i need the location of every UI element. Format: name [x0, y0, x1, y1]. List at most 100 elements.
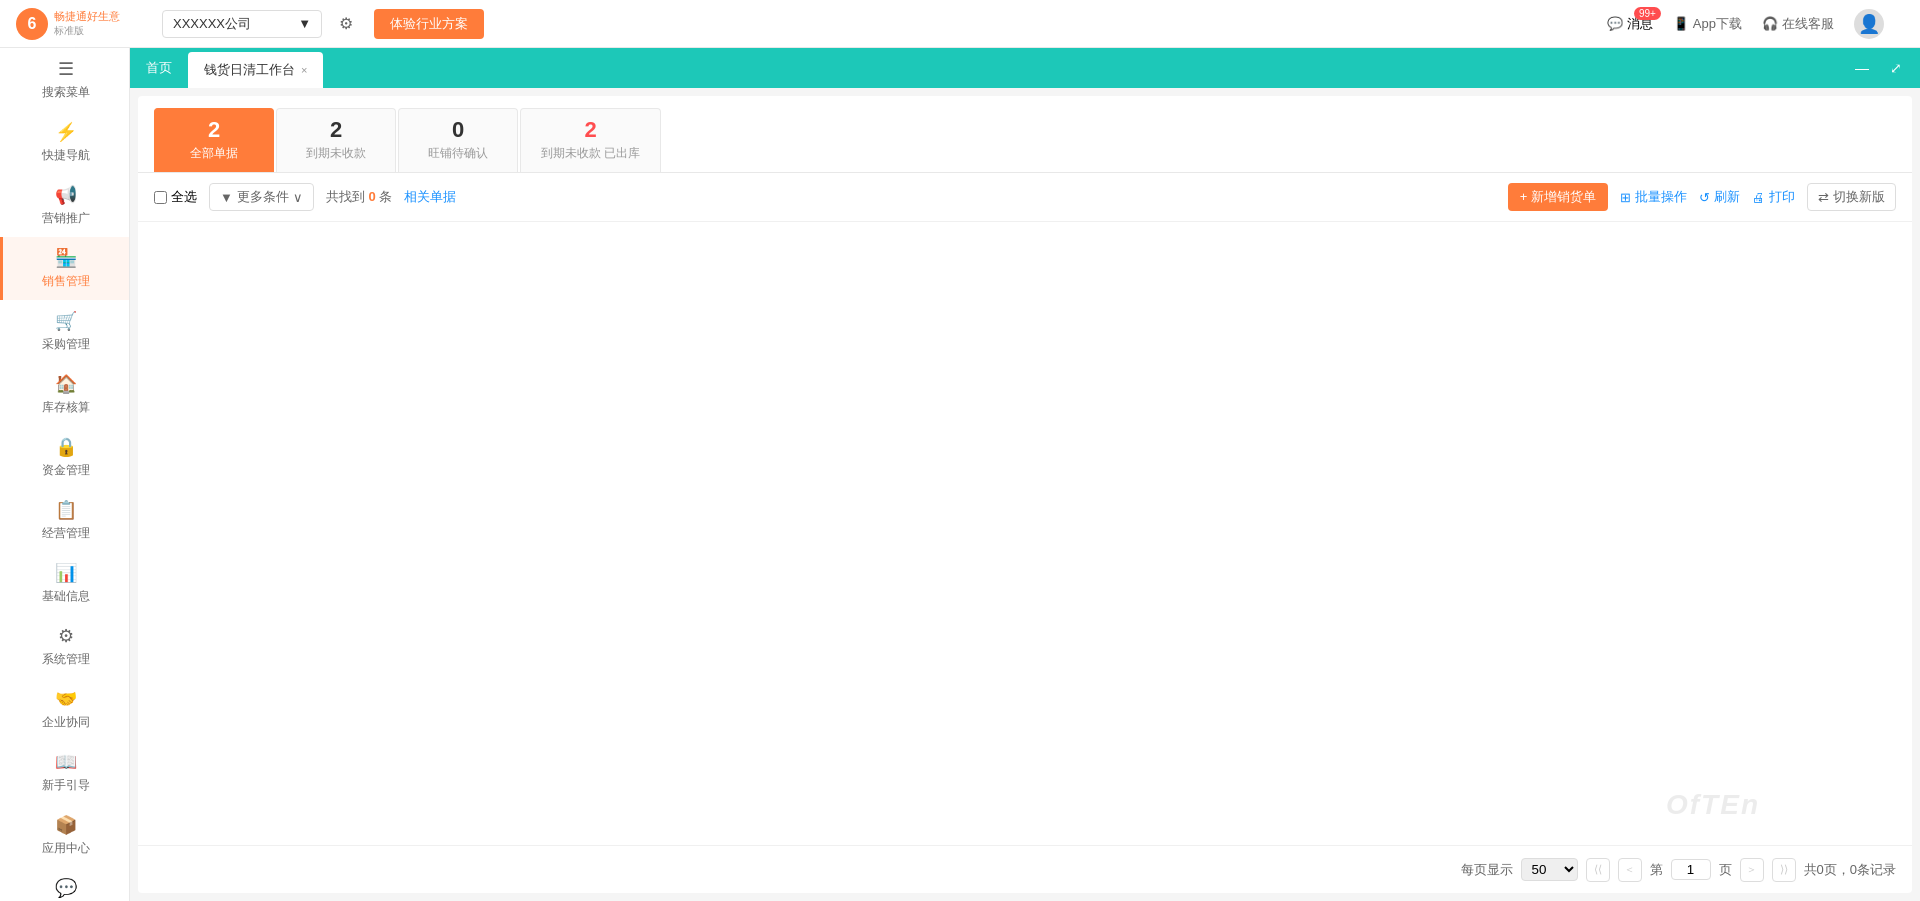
page-label: 第: [1650, 861, 1663, 879]
page-number-input[interactable]: [1671, 859, 1711, 880]
pagination: 每页显示 50 20 100 ⟨⟨ ＜ 第 页 ＞ ⟩⟩ 共0页，0条记录: [138, 845, 1912, 893]
found-text: 共找到 0 条: [326, 188, 392, 206]
stat-tab-overdue-unpaid[interactable]: 2 到期未收款: [276, 108, 396, 172]
sidebar-item-app-center[interactable]: 📦 应用中心: [0, 804, 129, 867]
filter-button[interactable]: ▼ 更多条件 ∨: [209, 183, 314, 211]
sidebar-label-basic-info: 基础信息: [42, 588, 90, 605]
per-page-select[interactable]: 50 20 100: [1521, 858, 1578, 881]
next-page-button[interactable]: ＞: [1740, 858, 1764, 882]
app-download-icon: 📱: [1673, 16, 1689, 31]
stat-overdue-unpaid-num: 2: [297, 117, 375, 143]
filter-arrow-icon: ∨: [293, 190, 303, 205]
stat-overdue-unpaid-label: 到期未收款: [297, 145, 375, 162]
user-avatar[interactable]: 👤: [1854, 9, 1884, 39]
batch-ops-icon: ⊞: [1620, 190, 1631, 205]
sidebar-label-operations: 经营管理: [42, 525, 90, 542]
batch-ops-button[interactable]: ⊞ 批量操作: [1620, 188, 1687, 206]
finance-icon: 🔒: [55, 436, 77, 458]
stats-tabs: 2 全部单据 2 到期未收款 0 旺铺待确认 2 到期未收款 已出库: [138, 96, 1912, 173]
switch-version-button[interactable]: ⇄ 切换新版: [1807, 183, 1896, 211]
top-header: 6 畅捷通好生意 标准版 XXXXXX公司 ▼ ⚙ 体验行业方案 💬 消息 99…: [0, 0, 1920, 48]
stat-wangpu-num: 0: [419, 117, 497, 143]
stat-all-label: 全部单据: [175, 145, 253, 162]
app-logo-icon: 6: [16, 8, 48, 40]
related-link[interactable]: 相关单据: [404, 188, 456, 206]
stat-overdue-shipped-label: 到期未收款 已出库: [541, 145, 640, 162]
logo-area: 6 畅捷通好生意 标准版: [16, 8, 146, 40]
switch-icon: ⇄: [1818, 190, 1829, 205]
filter-label: 更多条件: [237, 188, 289, 206]
sidebar-label-marketing: 营销推广: [42, 210, 90, 227]
message-button[interactable]: 💬 消息 99+: [1607, 15, 1653, 33]
app-badge: 标准版: [54, 24, 120, 38]
active-tab-label: 钱货日清工作台: [204, 61, 295, 79]
tab-active[interactable]: 钱货日清工作台 ×: [188, 52, 323, 88]
headset-icon: 🎧: [1762, 16, 1778, 31]
online-service-button[interactable]: 🎧 在线客服: [1762, 15, 1834, 33]
tab-bar-actions: — ⤢: [1848, 54, 1920, 82]
stat-tab-wangpu[interactable]: 0 旺铺待确认: [398, 108, 518, 172]
search-menu-icon: ☰: [58, 58, 74, 80]
sidebar-item-quick-nav[interactable]: ⚡ 快捷导航: [0, 111, 129, 174]
sidebar-label-guide: 新手引导: [42, 777, 90, 794]
sidebar-item-purchase[interactable]: 🛒 采购管理: [0, 300, 129, 363]
main-layout: ☰ 搜索菜单 ⚡ 快捷导航 📢 营销推广 🏪 销售管理 🛒 采购管理 🏠 库存核…: [0, 48, 1920, 901]
sidebar-item-search[interactable]: ☰ 搜索菜单: [0, 48, 129, 111]
home-tab-label: 首页: [146, 59, 172, 77]
sidebar-item-enterprise-wechat[interactable]: 💬 企业微信: [0, 867, 129, 901]
sidebar-item-operations[interactable]: 📋 经营管理: [0, 489, 129, 552]
select-all-input[interactable]: [154, 191, 167, 204]
sidebar-label-quick-nav: 快捷导航: [42, 147, 90, 164]
add-sale-button[interactable]: + 新增销货单: [1508, 183, 1608, 211]
page-unit: 页: [1719, 861, 1732, 879]
table-area: [138, 222, 1912, 845]
sidebar-item-cooperation[interactable]: 🤝 企业协同: [0, 678, 129, 741]
stat-all-num: 2: [175, 117, 253, 143]
prev-page-button[interactable]: ＜: [1618, 858, 1642, 882]
tab-minimize-button[interactable]: —: [1848, 54, 1876, 82]
company-selector[interactable]: XXXXXX公司 ▼: [162, 10, 322, 38]
sidebar-label-sales: 销售管理: [42, 273, 90, 290]
sidebar-item-guide[interactable]: 📖 新手引导: [0, 741, 129, 804]
inventory-icon: 🏠: [55, 373, 77, 395]
stat-tab-overdue-shipped[interactable]: 2 到期未收款 已出库: [520, 108, 661, 172]
sidebar-item-system[interactable]: ⚙ 系统管理: [0, 615, 129, 678]
last-page-button[interactable]: ⟩⟩: [1772, 858, 1796, 882]
filter-icon: ▼: [220, 190, 233, 205]
avatar-icon: 👤: [1858, 13, 1880, 35]
sidebar-item-finance[interactable]: 🔒 资金管理: [0, 426, 129, 489]
toolbar-right: + 新增销货单 ⊞ 批量操作 ↺ 刷新 🖨 打印 ⇄: [1508, 183, 1896, 211]
print-button[interactable]: 🖨 打印: [1752, 188, 1795, 206]
app-center-icon: 📦: [55, 814, 77, 836]
tab-maximize-button[interactable]: ⤢: [1882, 54, 1910, 82]
sidebar-item-marketing[interactable]: 📢 营销推广: [0, 174, 129, 237]
select-all-checkbox[interactable]: 全选: [154, 188, 197, 206]
sidebar-item-sales[interactable]: 🏪 销售管理: [0, 237, 129, 300]
per-page-label: 每页显示: [1461, 861, 1513, 879]
app-name: 畅捷通好生意: [54, 9, 120, 23]
first-page-button[interactable]: ⟨⟨: [1586, 858, 1610, 882]
sidebar-item-inventory[interactable]: 🏠 库存核算: [0, 363, 129, 426]
sidebar-item-basic-info[interactable]: 📊 基础信息: [0, 552, 129, 615]
stat-tab-all[interactable]: 2 全部单据: [154, 108, 274, 172]
toolbar: 全选 ▼ 更多条件 ∨ 共找到 0 条 相关单据 + 新增销货单 ⊞: [138, 173, 1912, 222]
page-content: 2 全部单据 2 到期未收款 0 旺铺待确认 2 到期未收款 已出库: [138, 96, 1912, 893]
total-info: 共0页，0条记录: [1804, 861, 1896, 879]
refresh-button[interactable]: ↺ 刷新: [1699, 188, 1740, 206]
sidebar: ☰ 搜索菜单 ⚡ 快捷导航 📢 营销推广 🏪 销售管理 🛒 采购管理 🏠 库存核…: [0, 48, 130, 901]
settings-button[interactable]: ⚙: [330, 8, 362, 40]
select-all-label: 全选: [171, 188, 197, 206]
tab-bar: 首页 钱货日清工作台 × — ⤢: [130, 48, 1920, 88]
refresh-icon: ↺: [1699, 190, 1710, 205]
tab-close-button[interactable]: ×: [301, 64, 307, 76]
basic-info-icon: 📊: [55, 562, 77, 584]
stat-wangpu-label: 旺铺待确认: [419, 145, 497, 162]
content-area: 首页 钱货日清工作台 × — ⤢ 2 全部单据 2 到期未收款: [130, 48, 1920, 901]
guide-icon: 📖: [55, 751, 77, 773]
tab-home[interactable]: 首页: [130, 48, 188, 88]
quick-nav-icon: ⚡: [55, 121, 77, 143]
sidebar-label-cooperation: 企业协同: [42, 714, 90, 731]
sidebar-label-system: 系统管理: [42, 651, 90, 668]
app-download-button[interactable]: 📱 App下载: [1673, 15, 1742, 33]
trial-button[interactable]: 体验行业方案: [374, 9, 484, 39]
